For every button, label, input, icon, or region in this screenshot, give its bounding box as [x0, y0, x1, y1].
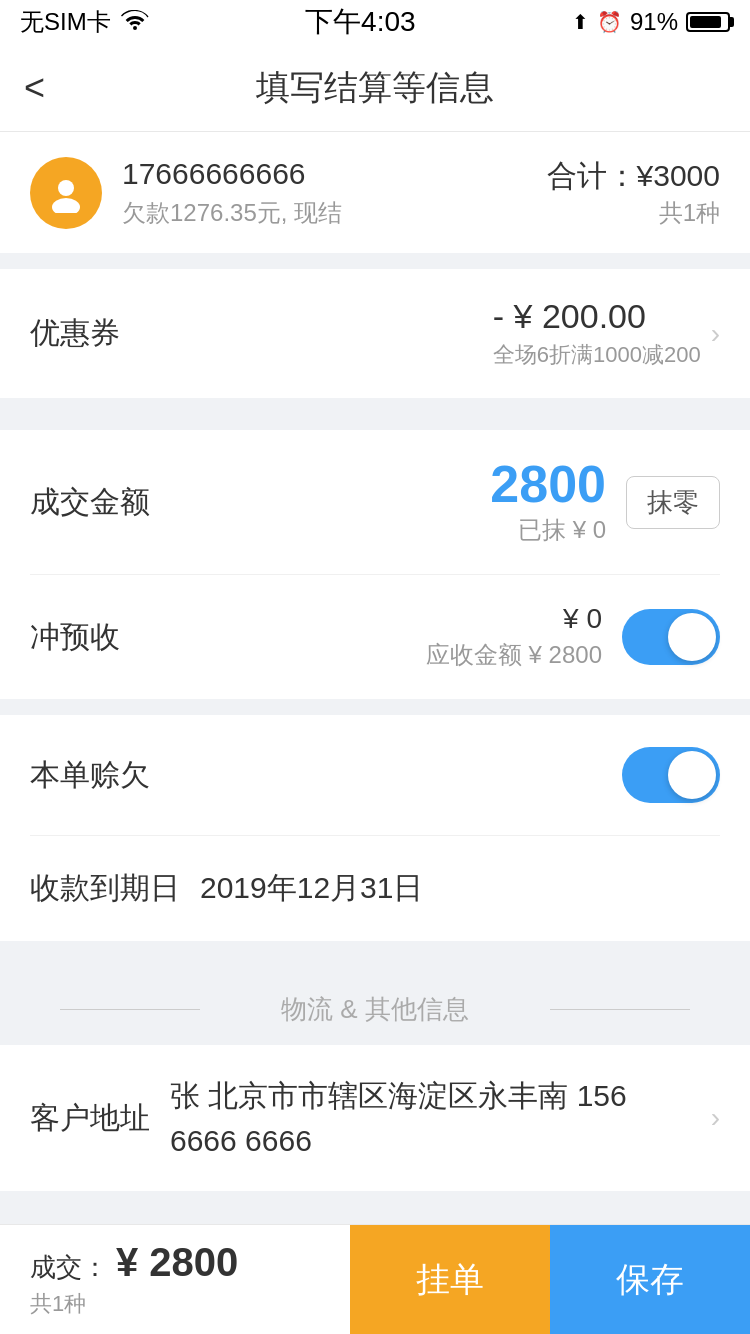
prepay-right: ¥ 0 应收金额 ¥ 2800	[426, 603, 720, 671]
section-gap-1	[0, 414, 750, 430]
coupon-label: 优惠券	[30, 313, 120, 354]
status-time: 下午4:03	[305, 3, 416, 41]
amount-right: 2800 已抹 ¥ 0 抹零	[490, 458, 720, 546]
round-button[interactable]: 抹零	[626, 476, 720, 529]
amount-value: 2800	[490, 458, 606, 510]
prepay-sub: 应收金额 ¥ 2800	[426, 639, 602, 671]
prepay-toggle[interactable]	[622, 609, 720, 665]
svg-point-1	[52, 198, 80, 213]
amount-row: 成交金额 2800 已抹 ¥ 0 抹零	[0, 430, 750, 574]
deal-amount-label: 成交金额	[30, 482, 150, 523]
battery-icon	[686, 12, 730, 32]
address-row[interactable]: 客户地址 张 北京市市辖区海淀区永丰南 156 6666 6666 ›	[0, 1045, 750, 1191]
bottom-count: 共1种	[30, 1289, 320, 1319]
prepay-toggle-knob	[668, 613, 716, 661]
status-left: 无SIM卡	[20, 6, 149, 38]
carrier-label: 无SIM卡	[20, 6, 111, 38]
content: 17666666666 欠款1276.35元, 现结 合计：¥3000 共1种 …	[0, 132, 750, 1334]
due-date-label: 收款到期日	[30, 868, 180, 909]
bottom-deal-label: 成交：	[30, 1250, 108, 1285]
amount-section: 成交金额 2800 已抹 ¥ 0 抹零 冲预收 ¥ 0 应收金额 ¥ 2800	[0, 430, 750, 699]
battery-percent: 91%	[630, 8, 678, 36]
amount-sub: 已抹 ¥ 0	[490, 514, 606, 546]
coupon-row[interactable]: 优惠券 - ¥ 200.00 全场6折满1000减200 ›	[0, 269, 750, 398]
debt-label: 本单赊欠	[30, 755, 150, 796]
user-phone: 17666666666	[122, 157, 342, 191]
coupon-desc: 全场6折满1000减200	[493, 340, 701, 370]
address-value: 张 北京市市辖区海淀区永丰南 156 6666 6666	[170, 1073, 701, 1163]
logistics-line-right	[550, 1009, 690, 1010]
user-debt: 欠款1276.35元, 现结	[122, 197, 342, 229]
coupon-amount: - ¥ 200.00	[493, 297, 701, 336]
amount-info: 2800 已抹 ¥ 0	[490, 458, 606, 546]
alarm-icon: ⏰	[597, 10, 622, 34]
prepay-row: 冲预收 ¥ 0 应收金额 ¥ 2800	[0, 575, 750, 699]
total-amount: 合计：¥3000	[547, 156, 720, 197]
save-button[interactable]: 保存	[550, 1225, 750, 1335]
debt-toggle-knob	[668, 751, 716, 799]
due-date-value: 2019年12月31日	[200, 868, 423, 909]
user-left: 17666666666 欠款1276.35元, 现结	[30, 157, 342, 229]
bottom-bar: 成交： ¥ 2800 共1种 挂单 保存	[0, 1224, 750, 1334]
user-info: 17666666666 欠款1276.35元, 现结	[122, 157, 342, 229]
bottom-deal-row: 成交： ¥ 2800	[30, 1240, 320, 1285]
prepay-label: 冲预收	[30, 617, 120, 658]
logistics-line-left	[60, 1009, 200, 1010]
address-label: 客户地址	[30, 1098, 150, 1139]
location-icon: ⬆	[572, 10, 589, 34]
svg-point-0	[58, 180, 74, 196]
debt-toggle[interactable]	[622, 747, 720, 803]
debt-row: 本单赊欠	[0, 715, 750, 835]
status-bar: 无SIM卡 下午4:03 ⬆ ⏰ 91%	[0, 0, 750, 44]
prepay-amount: ¥ 0	[426, 603, 602, 635]
user-row: 17666666666 欠款1276.35元, 现结 合计：¥3000 共1种	[0, 132, 750, 253]
address-card[interactable]: 客户地址 张 北京市市辖区海淀区永丰南 156 6666 6666 ›	[0, 1045, 750, 1191]
nav-bar: < 填写结算等信息	[0, 44, 750, 132]
page-title: 填写结算等信息	[256, 65, 494, 111]
wifi-icon	[121, 8, 149, 36]
user-right: 合计：¥3000 共1种	[547, 156, 720, 229]
logistics-section: 物流 & 其他信息	[0, 973, 750, 1045]
total-count: 共1种	[547, 197, 720, 229]
back-button[interactable]: <	[24, 67, 45, 109]
bottom-amount: ¥ 2800	[116, 1240, 238, 1285]
avatar	[30, 157, 102, 229]
chevron-right-icon: ›	[711, 318, 720, 350]
user-card: 17666666666 欠款1276.35元, 现结 合计：¥3000 共1种	[0, 132, 750, 253]
coupon-card[interactable]: 优惠券 - ¥ 200.00 全场6折满1000减200 ›	[0, 269, 750, 398]
prepay-info: ¥ 0 应收金额 ¥ 2800	[426, 603, 602, 671]
debt-card: 本单赊欠 收款到期日 2019年12月31日	[0, 715, 750, 941]
pending-button[interactable]: 挂单	[350, 1225, 550, 1335]
status-right: ⬆ ⏰ 91%	[572, 8, 730, 36]
bottom-summary: 成交： ¥ 2800 共1种	[0, 1240, 350, 1319]
due-date-row: 收款到期日 2019年12月31日	[0, 836, 750, 941]
coupon-right: - ¥ 200.00 全场6折满1000减200 ›	[493, 297, 720, 370]
logistics-label: 物流 & 其他信息	[261, 992, 489, 1027]
coupon-info: - ¥ 200.00 全场6折满1000减200	[493, 297, 701, 370]
section-gap-2	[0, 699, 750, 715]
address-chevron-icon: ›	[711, 1102, 720, 1134]
section-gap-3	[0, 957, 750, 973]
